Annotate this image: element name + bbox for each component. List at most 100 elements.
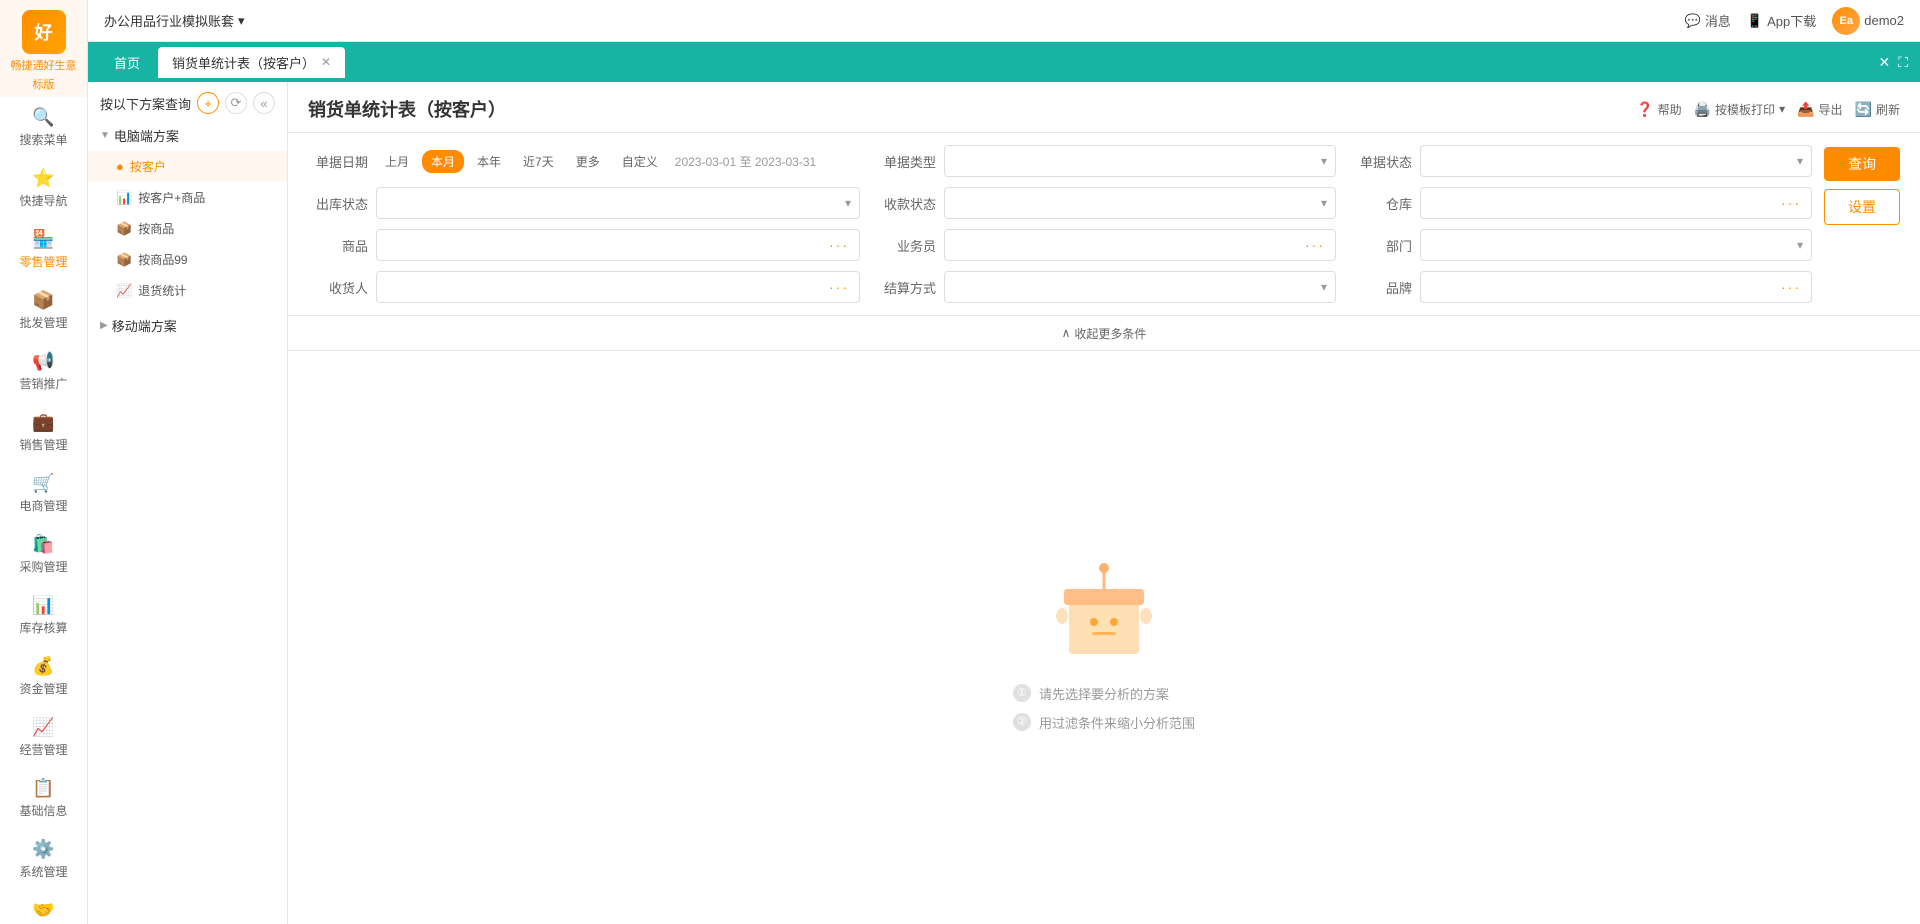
by-product-label: 按商品 [138, 220, 174, 237]
settle-select[interactable]: ▾ [944, 271, 1336, 303]
sidebar-item-basic-info[interactable]: 📋 基础信息 [0, 768, 87, 829]
sidebar-item-system[interactable]: ⚙️ 系统管理 [0, 829, 87, 890]
by-customer-product-icon: 📊 [116, 190, 132, 206]
collapse-scheme-btn[interactable]: « [253, 92, 275, 114]
doc-status-label: 单据状态 [1352, 152, 1412, 171]
user-profile-btn[interactable]: Ea demo2 [1832, 7, 1904, 35]
sidebar-item-purchase[interactable]: 🛍️ 采购管理 [0, 524, 87, 585]
date-this-year[interactable]: 本年 [468, 150, 510, 173]
download-icon: 📱 [1747, 13, 1763, 29]
return-stats-icon: 📈 [116, 283, 132, 299]
sidebar-item-business[interactable]: 📈 经营管理 [0, 707, 87, 768]
sidebar-item-wholesale[interactable]: 📦 批发管理 [0, 280, 87, 341]
sidebar-item-retail[interactable]: 🏪 零售管理 [0, 219, 87, 280]
mobile-expand-arrow-icon: ▶ [100, 320, 108, 331]
message-btn[interactable]: 💬 消息 [1685, 11, 1731, 30]
brand-input[interactable]: ··· [1420, 271, 1812, 303]
out-status-select[interactable]: ▾ [376, 187, 860, 219]
sidebar-item-wholesale-label: 批发管理 [19, 314, 67, 331]
logo-icon: 好 [22, 10, 66, 54]
cooperation-icon: 🤝 [32, 900, 54, 921]
hint-num-2: ② [1013, 713, 1031, 731]
template-print-btn[interactable]: 🖨️ 按模板打印 ▾ [1694, 101, 1785, 118]
add-scheme-btn[interactable]: + [197, 92, 219, 114]
date-last-7-days[interactable]: 近7天 [514, 150, 563, 173]
doc-type-select[interactable]: ▾ [944, 145, 1336, 177]
dept-select[interactable]: ▾ [1420, 229, 1812, 261]
sidebar-item-search[interactable]: 🔍 搜索菜单 [0, 97, 87, 158]
empty-illustration [1044, 544, 1164, 664]
warehouse-dots-icon: ··· [1781, 195, 1801, 211]
maximize-window-icon[interactable]: ⛶ [1898, 54, 1908, 71]
query-button[interactable]: 查询 [1824, 147, 1900, 181]
scheme-item-by-customer-product[interactable]: 📊 按客户+商品 [88, 182, 287, 213]
salesperson-input[interactable]: ··· [944, 229, 1336, 261]
sidebar-item-cooperation[interactable]: 🤝 企业协同 [0, 890, 87, 924]
date-this-month[interactable]: 本月 [422, 150, 464, 173]
tab-close-icon[interactable]: ✕ [321, 55, 331, 69]
warehouse-input[interactable]: ··· [1420, 187, 1812, 219]
message-label: 消息 [1705, 11, 1731, 30]
sidebar-item-quick-nav[interactable]: ⭐ 快捷导航 [0, 158, 87, 219]
sidebar-item-sales-label: 销售管理 [19, 436, 67, 453]
date-custom[interactable]: 自定义 [613, 150, 667, 173]
sidebar-item-finance-label: 资金管理 [19, 680, 67, 697]
date-last-month[interactable]: 上月 [376, 150, 418, 173]
scheme-item-return-stats[interactable]: 📈 退货统计 [88, 275, 287, 306]
return-stats-label: 退货统计 [138, 282, 186, 299]
industry-selector[interactable]: 办公用品行业模拟账套 ▾ [104, 11, 245, 30]
scheme-group-mobile-title[interactable]: ▶ 移动端方案 [88, 310, 287, 341]
by-customer-label: 按客户 [130, 158, 166, 175]
app-download-label: App下载 [1767, 11, 1816, 30]
logo-text: 畅捷通好生意 [11, 57, 77, 73]
by-product-99-icon: 📦 [116, 252, 132, 268]
sidebar-item-ecommerce[interactable]: 🛒 电商管理 [0, 463, 87, 524]
empty-state: ① 请先选择要分析的方案 ② 用过滤条件来缩小分析范围 [288, 351, 1920, 924]
sidebar-item-sales[interactable]: 💼 销售管理 [0, 402, 87, 463]
warehouse-label: 仓库 [1352, 194, 1412, 213]
tab-home[interactable]: 首页 [100, 47, 154, 78]
refresh-scheme-btn[interactable]: ⟳ [225, 92, 247, 114]
scheme-group-desktop-title[interactable]: ▼ 电脑端方案 [88, 120, 287, 151]
page-title: 销货单统计表（按客户） [308, 96, 506, 122]
sidebar-item-inventory[interactable]: 📊 库存核算 [0, 585, 87, 646]
top-header-left: 办公用品行业模拟账套 ▾ [104, 11, 245, 30]
sidebar-item-finance[interactable]: 💰 资金管理 [0, 646, 87, 707]
date-shortcuts: 上月 本月 本年 近7天 更多 自定义 [376, 150, 667, 173]
date-more[interactable]: 更多 [567, 150, 609, 173]
by-customer-icon: ● [116, 159, 124, 174]
by-product-99-label: 按商品99 [138, 251, 187, 268]
tab-sales-stats[interactable]: 销货单统计表（按客户） ✕ [158, 47, 345, 78]
sidebar-item-marketing[interactable]: 📢 营销推广 [0, 341, 87, 402]
sidebar-item-search-label: 搜索菜单 [19, 131, 67, 148]
doc-type-label: 单据类型 [876, 152, 936, 171]
empty-hint-2: ② 用过滤条件来缩小分析范围 [1013, 713, 1195, 732]
product-input[interactable]: ··· [376, 229, 860, 261]
settings-button[interactable]: 设置 [1824, 189, 1900, 225]
help-icon: ❓ [1636, 101, 1653, 118]
product-dots-icon: ··· [829, 237, 849, 253]
page-content: 按以下方案查询 + ⟳ « ▼ 电脑端方案 ● 按客户 📊 [88, 82, 1920, 924]
receipt-status-select[interactable]: ▾ [944, 187, 1336, 219]
scheme-group-desktop: ▼ 电脑端方案 ● 按客户 📊 按客户+商品 📦 按商品 📦 按商品9 [88, 120, 287, 306]
system-icon: ⚙️ [32, 839, 54, 860]
scheme-item-by-product[interactable]: 📦 按商品 [88, 213, 287, 244]
help-btn[interactable]: ❓ 帮助 [1636, 101, 1681, 118]
sidebar-logo: 好 畅捷通好生意 标版 [0, 0, 87, 97]
export-btn[interactable]: 📤 导出 [1797, 101, 1842, 118]
app-download-btn[interactable]: 📱 App下载 [1747, 11, 1816, 30]
scheme-item-by-customer[interactable]: ● 按客户 [88, 151, 287, 182]
collapse-more-btn[interactable]: ∧ 收起更多条件 [1062, 325, 1147, 342]
refresh-btn[interactable]: 🔄 刷新 [1855, 101, 1900, 118]
consignee-input[interactable]: ··· [376, 271, 860, 303]
window-controls: ✕ ⛶ [1878, 54, 1908, 71]
dept-label: 部门 [1352, 236, 1412, 255]
scheme-item-by-product-99[interactable]: 📦 按商品99 [88, 244, 287, 275]
filter-row-4: 收货人 ··· 结算方式 ▾ [308, 271, 1812, 303]
export-icon: 📤 [1797, 101, 1814, 118]
doc-status-select[interactable]: ▾ [1420, 145, 1812, 177]
tab-sales-stats-label: 销货单统计表（按客户） [172, 53, 315, 72]
close-window-icon[interactable]: ✕ [1878, 54, 1890, 71]
ecommerce-icon: 🛒 [32, 473, 54, 494]
help-label: 帮助 [1658, 101, 1682, 118]
